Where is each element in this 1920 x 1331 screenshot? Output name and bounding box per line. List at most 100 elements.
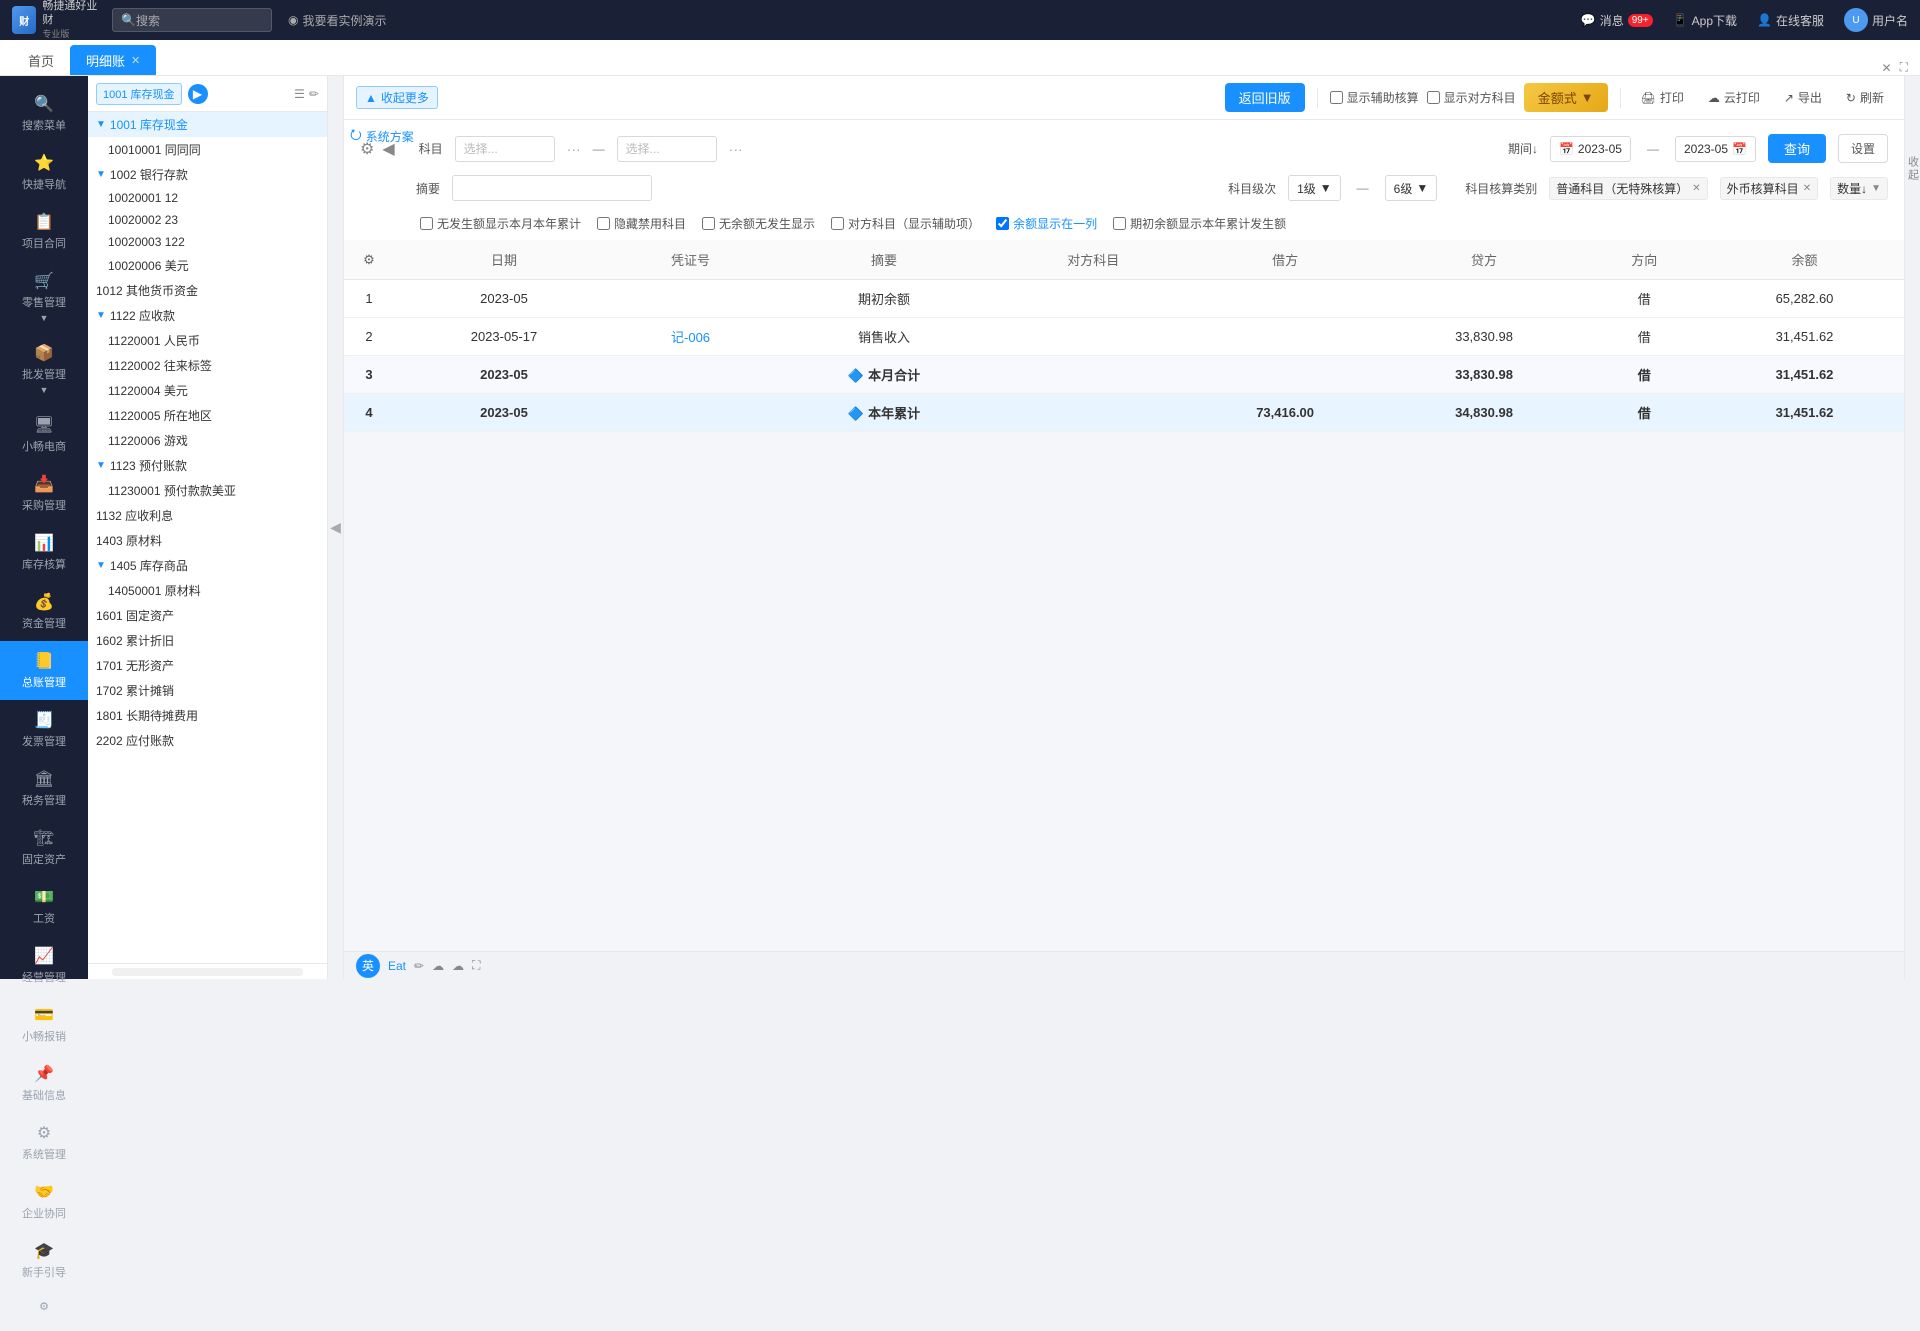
tree-node-11230001[interactable]: 11230001 预付款款美亚 [88,478,327,503]
setting-btn[interactable]: 设置 [1838,134,1888,163]
category-tag1-close[interactable]: ✕ [1692,183,1700,194]
sidebar-item-expense[interactable]: 💳 小畅报销 [0,995,88,1054]
tree-node-1601[interactable]: 1601 固定资产 [88,603,327,628]
tree-node-1122[interactable]: ▼ 1122 应收款 [88,303,327,328]
display-mode-btn[interactable]: 金额式 ▼ [1524,83,1608,112]
tab-home[interactable]: 首页 [12,45,70,75]
checkbox-balance-col[interactable]: 余额显示在一列 [996,215,1097,232]
tree-node-10020006[interactable]: 10020006 美元 [88,253,327,278]
app-download-btn[interactable]: 📱 App下载 [1673,12,1737,29]
tree-node-2202[interactable]: 2202 应付账款 [88,728,327,753]
tree-node-1701[interactable]: 1701 无形资产 [88,653,327,678]
return-old-btn[interactable]: 返回旧版 [1225,83,1305,112]
level-end-select[interactable]: 6级 ▼ [1385,175,1438,201]
status-expand-icon[interactable]: ⛶ [472,958,480,973]
tree-node-11220002[interactable]: 11220002 往来标签 [88,353,327,378]
tree-node-1002[interactable]: ▼ 1002 银行存款 [88,162,327,187]
demo-link[interactable]: ◉ 我要看实例演示 [288,12,387,29]
sidebar-item-salary[interactable]: 💵 工资 [0,877,88,936]
top-search[interactable]: 🔍 搜索 [112,8,272,32]
show-opposite-checkbox[interactable]: 显示对方科目 [1427,89,1516,106]
tree-nav-btn[interactable]: ▶ [188,84,208,104]
sidebar-item-inventory[interactable]: 📊 库存核算 [0,523,88,582]
sidebar-item-retail[interactable]: 🛒 零售管理 ▼ [0,261,88,333]
sidebar-item-collab[interactable]: 🤝 企业协同 [0,1172,88,1231]
tree-node-10010001[interactable]: 10010001 同同同 [88,137,327,162]
tree-node-1403[interactable]: 1403 原材料 [88,528,327,553]
period-end-input[interactable]: 2023-05 📅 [1675,136,1756,162]
category-tag2-close[interactable]: ✕ [1803,183,1811,194]
show-auxiliary-checkbox[interactable]: 显示辅助核算 [1330,89,1419,106]
tree-node-11220004[interactable]: 11220004 美元 [88,378,327,403]
query-btn[interactable]: 查询 [1768,134,1826,163]
cloud2-icon[interactable]: ☁ [452,959,464,973]
export-btn[interactable]: ↗ 导出 [1776,85,1830,110]
sidebar-item-management[interactable]: 📈 经营管理 [0,936,88,995]
message-btn[interactable]: 💬 消息 99+ [1581,12,1653,29]
sidebar-item-fixed[interactable]: 🏗 固定资产 [0,818,88,877]
tree-node-1405[interactable]: ▼ 1405 库存商品 [88,553,327,578]
plan-btn[interactable]: ⭮ 系统方案 [344,120,424,152]
checkbox-no-balance2[interactable]: 无余额无发生显示 [702,215,815,232]
sidebar-item-ledger[interactable]: 📒 总账管理 [0,641,88,700]
th-settings[interactable]: ⚙ [344,240,394,280]
category-tag1[interactable]: 普通科目（无特殊核算） ✕ [1549,177,1707,200]
tree-edit-icon[interactable]: ✏ [309,87,319,101]
tab-ledger[interactable]: 明细账 ✕ [70,45,156,75]
tree-scrollbar[interactable] [112,968,303,976]
quantity-tag[interactable]: 数量↓ ▼ [1830,177,1888,200]
sidebar-settings-btn[interactable]: ⚙ [0,1290,88,1323]
cloud-icon[interactable]: ☁ [432,959,444,973]
sidebar-item-guide[interactable]: 🎓 新手引导 [0,1231,88,1290]
tree-selected-account[interactable]: 1001 库存现金 [96,83,182,105]
tree-node-10020001[interactable]: 10020001 12 [88,187,327,209]
voucher-link-2[interactable]: 记-006 [671,330,710,345]
refresh-btn[interactable]: ↻ 刷新 [1838,85,1892,110]
panel-divider[interactable]: ◀ [328,76,344,979]
period-start-input[interactable]: 📅 2023-05 [1550,136,1631,162]
period-label[interactable]: 期间↓ [1508,140,1538,157]
tree-node-14050001[interactable]: 14050001 原材料 [88,578,327,603]
tree-node-10020003[interactable]: 10020003 122 [88,231,327,253]
sidebar-item-invoice[interactable]: 🧾 发票管理 [0,700,88,759]
checkbox-hide-disabled-input[interactable] [597,217,610,230]
summary-input[interactable] [452,175,652,201]
eng-btn[interactable]: 英 [356,954,380,978]
checkbox-hide-disabled[interactable]: 隐藏禁用科目 [597,215,686,232]
online-service-btn[interactable]: 👤 在线客服 [1757,12,1824,29]
user-area[interactable]: U 用户名 [1844,8,1908,32]
expand-more-btn[interactable]: ▲ 收起更多 [356,86,438,109]
checkbox-opposite-input[interactable] [831,217,844,230]
level-start-select[interactable]: 1级 ▼ [1288,175,1341,201]
tree-node-1801[interactable]: 1801 长期待摊费用 [88,703,327,728]
checkbox-period-total-input[interactable] [1113,217,1126,230]
subject-end-select[interactable]: 选择... [617,136,717,162]
tree-node-11220006[interactable]: 11220006 游戏 [88,428,327,453]
sidebar-item-purchase[interactable]: 📥 采购管理 [0,464,88,523]
tree-node-1001[interactable]: ▼ 1001 库存现金 [88,112,327,137]
show-opposite-input[interactable] [1427,91,1440,104]
cloud-print-btn[interactable]: ☁ 云打印 [1700,85,1768,110]
checkbox-no-balance[interactable]: 无发生额显示本月本年累计 [420,215,581,232]
tab-close-all-icon[interactable]: ✕ [1882,61,1892,75]
edit-icon[interactable]: ✏ [414,959,424,973]
print-btn[interactable]: 🖨 打印 [1633,85,1692,110]
quantity-tag-close[interactable]: ▼ [1871,183,1881,194]
tree-node-11220005[interactable]: 11220005 所在地区 [88,403,327,428]
sidebar-item-tax[interactable]: 🏛 税务管理 [0,759,88,818]
sidebar-item-basic[interactable]: 📌 基础信息 [0,1054,88,1113]
sidebar-item-nav[interactable]: ⭐ 快捷导航 [0,143,88,202]
show-auxiliary-input[interactable] [1330,91,1343,104]
sidebar-item-contract[interactable]: 📋 项目合同 [0,202,88,261]
sidebar-item-search[interactable]: 🔍 搜索菜单 [0,84,88,143]
sidebar-item-ecommerce[interactable]: 🖥 小畅电商 [0,405,88,464]
checkbox-period-total[interactable]: 期初余额显示本年累计发生额 [1113,215,1286,232]
checkbox-opposite[interactable]: 对方科目（显示辅助项） [831,215,980,232]
sidebar-item-wholesale[interactable]: 📦 批发管理 ▼ [0,333,88,405]
subject-start-select[interactable]: 选择... [455,136,555,162]
sidebar-item-capital[interactable]: 💰 资金管理 [0,582,88,641]
checkbox-no-balance-input[interactable] [420,217,433,230]
tree-node-11220001[interactable]: 11220001 人民币 [88,328,327,353]
tree-list-icon[interactable]: ☰ [294,87,305,101]
tab-expand-icon[interactable]: ⛶ [1900,60,1908,75]
